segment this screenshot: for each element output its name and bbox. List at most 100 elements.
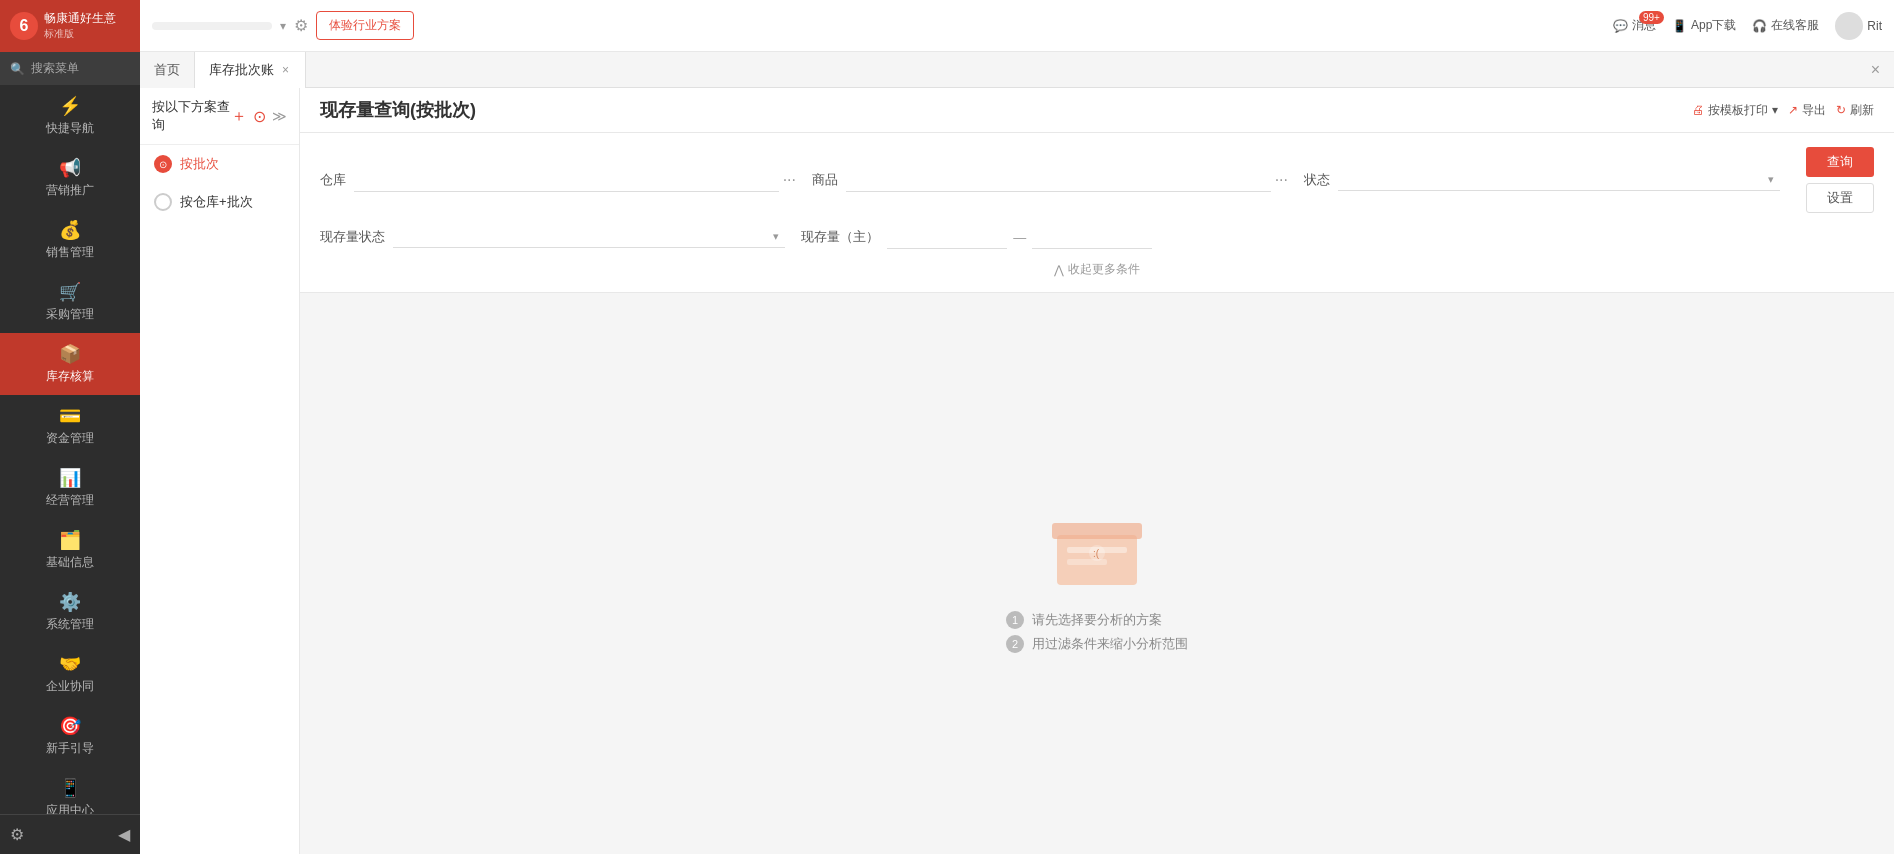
status-select[interactable]: ▾ (1338, 169, 1780, 191)
left-panel-collapse-icon[interactable]: ≫ (272, 108, 287, 124)
print-template-button[interactable]: 🖨 按模板打印 ▾ (1692, 102, 1778, 119)
empty-svg: :( (1047, 495, 1147, 595)
empty-hints: 1 请先选择要分析的方案 2 用过滤条件来缩小分析范围 (1006, 611, 1188, 653)
warehouse-input[interactable] (354, 168, 779, 192)
sidebar-item-guide[interactable]: 🎯 新手引导 (0, 705, 140, 767)
topbar-gear-icon[interactable]: ⚙ (294, 16, 308, 35)
warehouse-field: 仓库 ··· (320, 168, 796, 192)
system-icon: ⚙️ (59, 591, 81, 613)
purchase-icon: 🛒 (59, 281, 81, 303)
sidebar-item-marketing[interactable]: 📢 营销推广 (0, 147, 140, 209)
sidebar-item-label: 系统管理 (46, 616, 94, 633)
left-panel: 按以下方案查询 ＋ ⊙ ≫ ⊙ 按批次 按仓库+批次 (140, 88, 300, 854)
empty-hint-2: 2 用过滤条件来缩小分析范围 (1006, 635, 1188, 653)
sidebar-company-info: 畅康通好生意 标准版 (44, 11, 116, 41)
sidebar-item-operations[interactable]: 📊 经营管理 (0, 457, 140, 519)
sidebar-item-label: 新手引导 (46, 740, 94, 757)
tabs-bar: 首页 库存批次账 × × (140, 52, 1894, 88)
user-avatar[interactable]: Rit (1835, 12, 1882, 40)
sidebar-item-purchase[interactable]: 🛒 采购管理 (0, 271, 140, 333)
sidebar-search[interactable]: 🔍 搜索菜单 (0, 52, 140, 85)
svg-rect-1 (1052, 523, 1142, 539)
app-download-label: App下载 (1691, 17, 1736, 34)
product-input[interactable] (846, 168, 1271, 192)
product-label: 商品 (812, 171, 838, 189)
trial-button[interactable]: 体验行业方案 (316, 11, 414, 40)
add-scheme-icon[interactable]: ＋ (231, 106, 247, 127)
collapse-more-button[interactable]: ⋀ 收起更多条件 (320, 261, 1874, 278)
empty-state: :( 1 请先选择要分析的方案 2 用过滤条件来缩小分析范围 (300, 293, 1894, 854)
topbar-actions: 💬 消息 99+ 📱 App下载 🎧 在线客服 Rit (1613, 12, 1882, 40)
scheme-by-batch-label: 按批次 (180, 155, 219, 173)
sidebar-item-quick-nav[interactable]: ⚡ 快捷导航 (0, 85, 140, 147)
warehouse-label: 仓库 (320, 171, 346, 189)
sidebar-item-inventory[interactable]: 📦 库存核算 (0, 333, 140, 395)
search-icon: 🔍 (10, 62, 25, 76)
print-dropdown-icon[interactable]: ▾ (1772, 103, 1778, 117)
marketing-icon: 📢 (59, 157, 81, 179)
inventory-qty-to[interactable] (1032, 225, 1152, 249)
sidebar-item-label: 应用中心 (46, 802, 94, 814)
quick-nav-icon: ⚡ (59, 95, 81, 117)
page-header-actions: 🖨 按模板打印 ▾ ↗ 导出 ↻ 刷新 (1692, 102, 1874, 119)
sidebar-item-collab[interactable]: 🤝 企业协同 (0, 643, 140, 705)
filter-buttons: 查询 设置 (1806, 147, 1874, 213)
app-download-button[interactable]: 📱 App下载 (1672, 17, 1736, 34)
topbar: ▾ ⚙ 体验行业方案 💬 消息 99+ 📱 App下载 🎧 在线客服 Rit (140, 0, 1894, 52)
tab-inventory-batch[interactable]: 库存批次账 × (195, 52, 306, 88)
left-panel-title: 按以下方案查询 (152, 98, 231, 134)
sidebar-company-name: 畅康通好生意 (44, 11, 116, 27)
warehouse-dots[interactable]: ··· (783, 171, 796, 189)
query-button[interactable]: 查询 (1806, 147, 1874, 177)
hint-num-2: 2 (1006, 635, 1024, 653)
refresh-label: 刷新 (1850, 102, 1874, 119)
scheme-gear-icon[interactable]: ⊙ (253, 107, 266, 126)
online-service-button[interactable]: 🎧 在线客服 (1752, 17, 1819, 34)
settings-button[interactable]: 设置 (1806, 183, 1874, 213)
inventory-qty-from[interactable] (887, 225, 1007, 249)
topbar-search-box[interactable] (152, 22, 272, 30)
messages-button[interactable]: 💬 消息 99+ (1613, 17, 1656, 34)
sidebar-item-system[interactable]: ⚙️ 系统管理 (0, 581, 140, 643)
inventory-icon: 📦 (59, 343, 81, 365)
sidebar-item-sales[interactable]: 💰 销售管理 (0, 209, 140, 271)
page-title: 现存量查询(按批次) (320, 98, 476, 122)
refresh-button[interactable]: ↻ 刷新 (1836, 102, 1874, 119)
sidebar-item-apps[interactable]: 📱 应用中心 (0, 767, 140, 814)
sidebar-collapse-icon[interactable]: ◀ (118, 825, 130, 844)
left-panel-actions: ＋ ⊙ ≫ (231, 106, 287, 127)
tab-home[interactable]: 首页 (140, 52, 195, 88)
message-icon: 💬 (1613, 19, 1628, 33)
scheme-by-warehouse-batch-label: 按仓库+批次 (180, 193, 253, 211)
sidebar-item-label: 销售管理 (46, 244, 94, 261)
export-button[interactable]: ↗ 导出 (1788, 102, 1826, 119)
sidebar-item-label: 营销推广 (46, 182, 94, 199)
left-panel-header: 按以下方案查询 ＋ ⊙ ≫ (140, 88, 299, 145)
sidebar-settings-icon[interactable]: ⚙ (10, 825, 24, 844)
sidebar-item-basic[interactable]: 🗂️ 基础信息 (0, 519, 140, 581)
tabs-close-all-button[interactable]: × (1857, 61, 1894, 79)
sidebar-item-finance[interactable]: 💳 资金管理 (0, 395, 140, 457)
inventory-status-select[interactable]: ▾ (393, 226, 785, 248)
product-dots[interactable]: ··· (1275, 171, 1288, 189)
sidebar: 6 畅康通好生意 标准版 🔍 搜索菜单 ⚡ 快捷导航 📢 营销推广 💰 销售管理… (0, 0, 140, 854)
inventory-status-label: 现存量状态 (320, 228, 385, 246)
sidebar-header: 6 畅康通好生意 标准版 (0, 0, 140, 52)
scheme-item-by-batch[interactable]: ⊙ 按批次 (140, 145, 299, 183)
sidebar-edition: 标准版 (44, 27, 116, 41)
tab-close-icon[interactable]: × (280, 63, 291, 77)
refresh-icon: ↻ (1836, 103, 1846, 117)
product-field: 商品 ··· (812, 168, 1288, 192)
avatar-image (1835, 12, 1863, 40)
hint-num-1: 1 (1006, 611, 1024, 629)
sidebar-item-label: 采购管理 (46, 306, 94, 323)
online-service-label: 在线客服 (1771, 17, 1819, 34)
tab-inventory-batch-label: 库存批次账 (209, 61, 274, 79)
sidebar-bottom: ⚙ ◀ (0, 814, 140, 854)
hint-text-2: 用过滤条件来缩小分析范围 (1032, 635, 1188, 653)
range-dash: — (1007, 230, 1032, 245)
scheme-item-by-warehouse-batch[interactable]: 按仓库+批次 (140, 183, 299, 221)
topbar-dropdown-icon[interactable]: ▾ (280, 19, 286, 33)
collab-icon: 🤝 (59, 653, 81, 675)
right-panel: 现存量查询(按批次) 🖨 按模板打印 ▾ ↗ 导出 ↻ 刷新 (300, 88, 1894, 854)
